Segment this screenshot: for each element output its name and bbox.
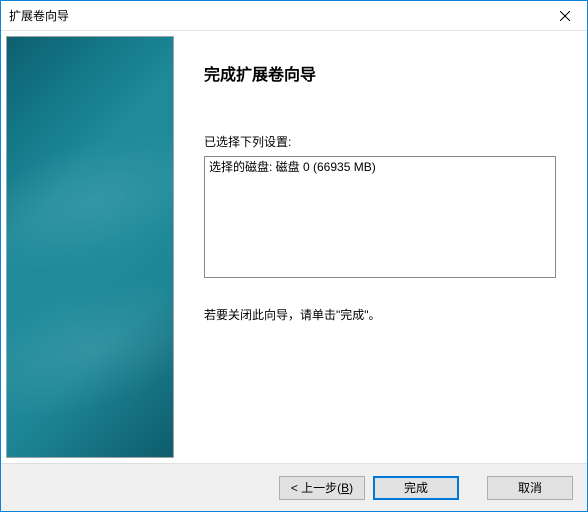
close-icon	[560, 11, 570, 21]
content-row: 完成扩展卷向导 已选择下列设置: 选择的磁盘: 磁盘 0 (66935 MB) …	[1, 31, 587, 463]
main-panel: 完成扩展卷向导 已选择下列设置: 选择的磁盘: 磁盘 0 (66935 MB) …	[174, 31, 587, 463]
button-row: < 上一步(B) 完成 取消	[1, 463, 587, 511]
wizard-side-banner	[6, 36, 174, 458]
window-title: 扩展卷向导	[9, 7, 69, 24]
close-button[interactable]	[542, 1, 587, 30]
closing-note: 若要关闭此向导，请单击"完成"。	[204, 306, 567, 323]
titlebar: 扩展卷向导	[1, 1, 587, 31]
back-button-prefix: < 上一步(	[291, 479, 341, 496]
cancel-button[interactable]: 取消	[487, 476, 573, 500]
wizard-window: 扩展卷向导 完成扩展卷向导 已选择下列设置: 选择的磁盘: 磁盘 0 (6693…	[0, 0, 588, 512]
selected-disk-line: 选择的磁盘: 磁盘 0 (66935 MB)	[209, 159, 551, 175]
settings-label: 已选择下列设置:	[204, 133, 567, 150]
selected-settings-box: 选择的磁盘: 磁盘 0 (66935 MB)	[204, 156, 556, 278]
back-button-suffix: )	[349, 481, 353, 495]
titlebar-buttons	[542, 1, 587, 30]
finish-button[interactable]: 完成	[373, 476, 459, 500]
cancel-button-label: 取消	[518, 479, 542, 496]
back-button[interactable]: < 上一步(B)	[279, 476, 365, 500]
page-title: 完成扩展卷向导	[204, 61, 567, 85]
client-area: 完成扩展卷向导 已选择下列设置: 选择的磁盘: 磁盘 0 (66935 MB) …	[1, 31, 587, 511]
back-button-mnemonic: B	[341, 481, 349, 495]
finish-button-label: 完成	[404, 479, 428, 496]
